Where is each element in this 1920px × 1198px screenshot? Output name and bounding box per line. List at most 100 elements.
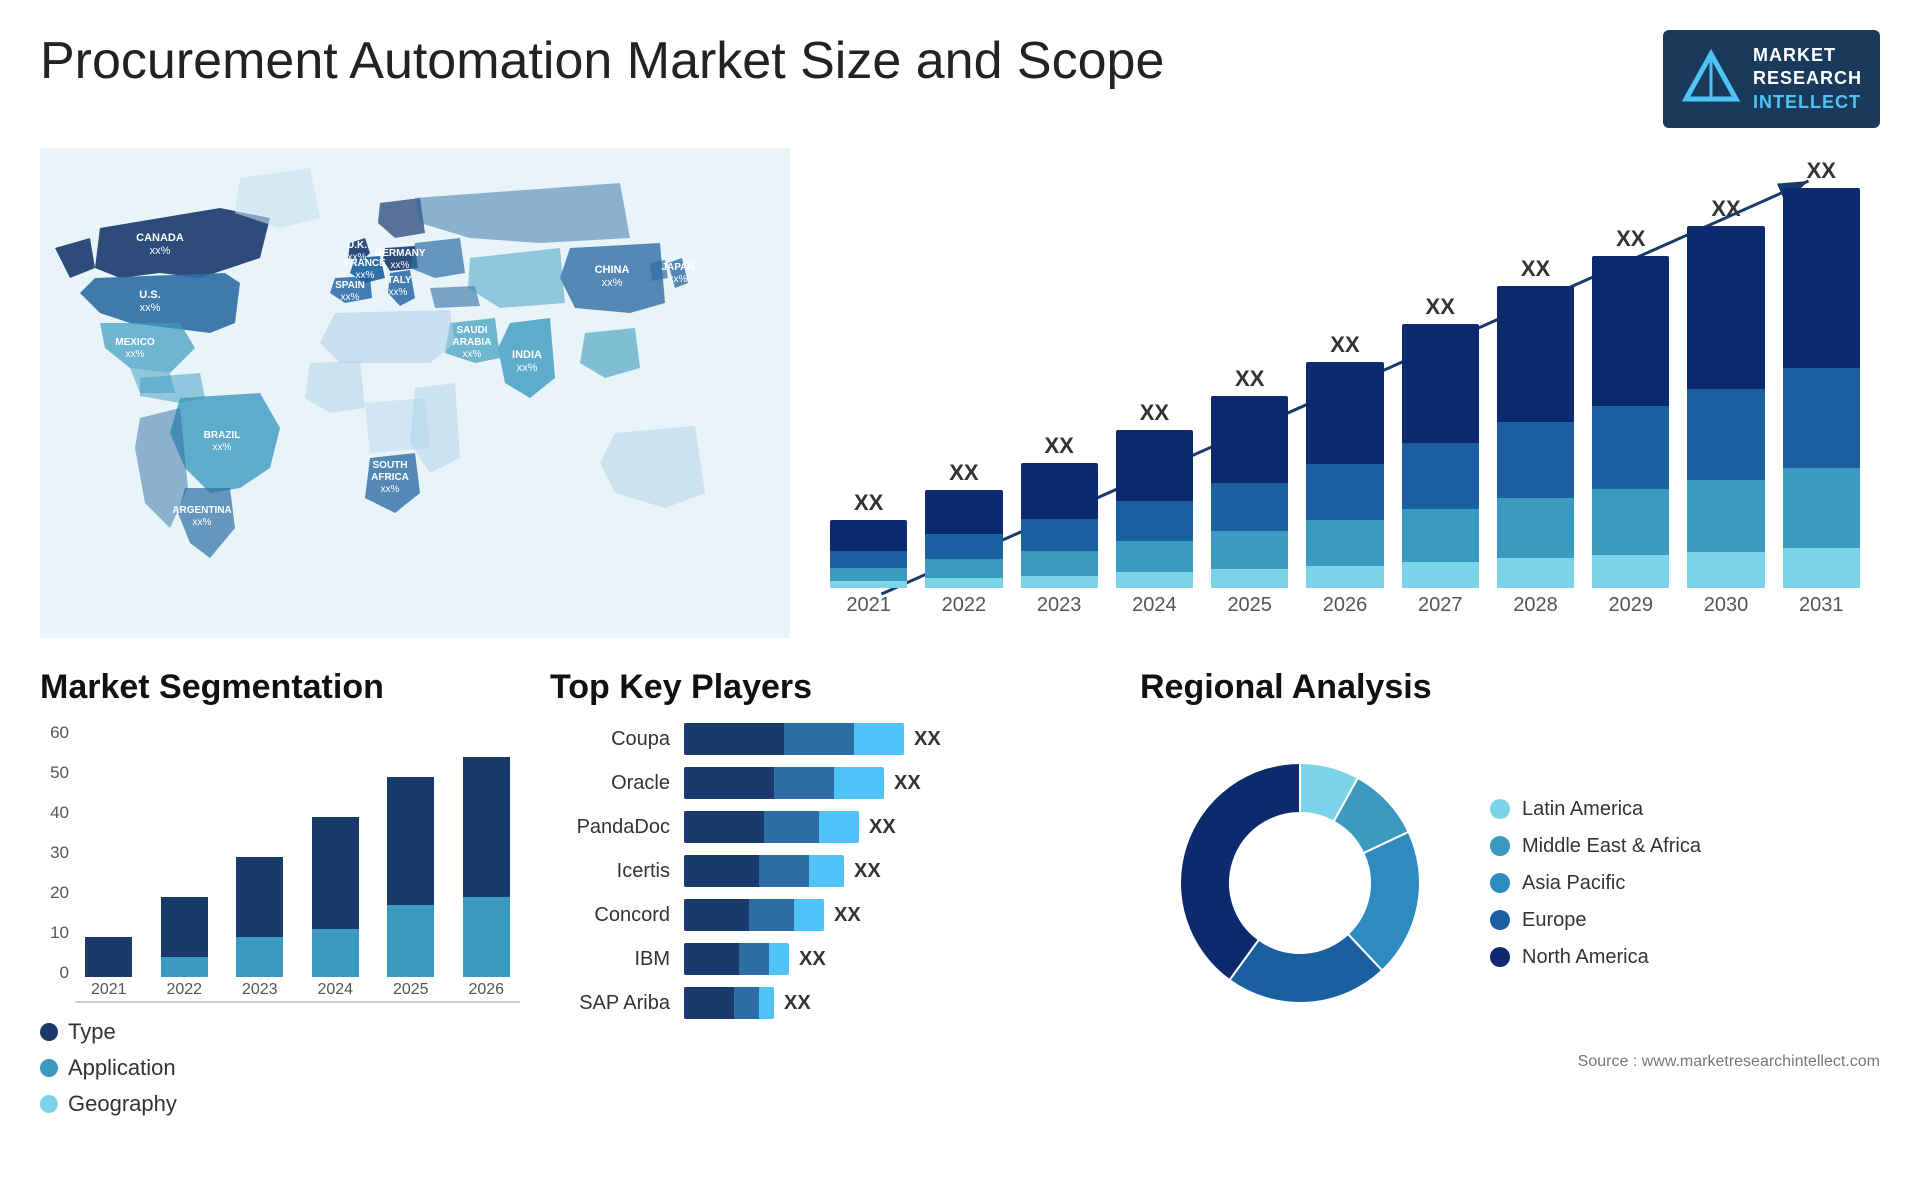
bar-stack <box>1783 188 1860 588</box>
svg-text:xx%: xx% <box>193 517 212 528</box>
bar-segment <box>1497 498 1574 558</box>
player-bar-segment <box>749 899 794 931</box>
svg-text:GERMANY: GERMANY <box>374 248 425 259</box>
bar-segment <box>1021 463 1098 519</box>
seg-bar-segment <box>312 817 359 929</box>
svg-text:BRAZIL: BRAZIL <box>204 430 241 441</box>
bar-segment <box>1402 562 1479 588</box>
bar-segment <box>1783 548 1860 588</box>
player-bar-segment <box>769 943 789 975</box>
bars-area: XX2021XX2022XX2023XX2024XX2025XX2026XX20… <box>830 158 1860 647</box>
bar-segment <box>1116 501 1193 541</box>
bar-stack <box>1402 324 1479 588</box>
regional-legend-item: North America <box>1490 946 1701 969</box>
player-name: SAP Ariba <box>550 992 670 1015</box>
player-name: Coupa <box>550 728 670 751</box>
bar-year-label: 2021 <box>846 594 891 617</box>
seg-bar-segment <box>85 937 132 977</box>
growth-bar-group: XX 2021 <box>830 490 907 617</box>
regional-legend-label: Asia Pacific <box>1522 872 1625 895</box>
seg-bar-stack <box>312 817 359 977</box>
growth-bar-group: XX2027 <box>1402 294 1479 617</box>
svg-text:xx%: xx% <box>341 292 360 303</box>
bar-segment <box>1306 464 1383 521</box>
logo: MARKET RESEARCH INTELLECT <box>1663 30 1880 128</box>
player-value: XX <box>854 860 881 883</box>
regional-legend-label: North America <box>1522 946 1649 969</box>
seg-year-label: 2022 <box>166 981 202 999</box>
seg-bar-stack <box>161 897 208 977</box>
seg-bar-stack <box>387 777 434 977</box>
bar-stack <box>1497 286 1574 588</box>
svg-text:xx%: xx% <box>381 484 400 495</box>
bar-segment <box>1687 552 1764 588</box>
legend-dot <box>40 1023 58 1041</box>
bar-segment <box>1402 509 1479 562</box>
seg-y-label: 40 <box>50 803 69 823</box>
player-value: XX <box>799 948 826 971</box>
bar-stack <box>1116 430 1193 588</box>
player-value: XX <box>784 992 811 1015</box>
seg-year-group: 2025 <box>377 723 445 999</box>
bar-label: XX <box>854 490 883 516</box>
seg-bar-segment <box>161 897 208 957</box>
player-row: PandaDoc XX <box>550 811 1110 843</box>
player-bar <box>684 943 789 975</box>
seg-bar-stack <box>463 757 510 977</box>
bar-segment <box>1306 566 1383 589</box>
player-row: ConcordXX <box>550 899 1110 931</box>
player-bar <box>684 811 859 843</box>
bar-segment <box>830 520 907 551</box>
regional-legend-label: Europe <box>1522 909 1587 932</box>
players-list: CoupaXXOracleXXPandaDocXXIcertisXXConcor… <box>550 723 1110 1019</box>
seg-year-label: 2021 <box>91 981 127 999</box>
regional-legend-item: Latin America <box>1490 798 1701 821</box>
player-bar-segment <box>684 811 764 843</box>
regional-title: Regional Analysis <box>1140 668 1880 707</box>
player-bar <box>684 987 774 1019</box>
bar-year-label: 2031 <box>1799 594 1844 617</box>
svg-text:ARABIA: ARABIA <box>453 337 492 348</box>
bar-segment <box>830 551 907 568</box>
svg-text:SOUTH: SOUTH <box>373 460 408 471</box>
page: Procurement Automation Market Size and S… <box>0 0 1920 1198</box>
bar-segment <box>1021 576 1098 589</box>
player-bar <box>684 855 844 887</box>
bar-segment <box>1021 519 1098 550</box>
player-name: IBM <box>550 948 670 971</box>
player-bar-wrap: XX <box>684 943 826 975</box>
player-value: XX <box>869 816 896 839</box>
bar-label: XX <box>1807 158 1836 184</box>
seg-bar-segment <box>161 957 208 977</box>
bar-label: XX <box>1044 433 1073 459</box>
bar-segment <box>1116 541 1193 573</box>
bar-label: XX <box>1616 226 1645 252</box>
player-name: PandaDoc <box>550 816 670 839</box>
seg-year-group: 2021 <box>75 723 143 999</box>
bar-year-label: 2026 <box>1323 594 1368 617</box>
player-row: CoupaXX <box>550 723 1110 755</box>
bar-segment <box>925 534 1002 559</box>
bar-segment <box>1211 569 1288 588</box>
donut-center <box>1232 815 1368 951</box>
bar-segment <box>925 578 1002 588</box>
seg-y-label: 60 <box>50 723 69 743</box>
player-bar-wrap: XX <box>684 899 861 931</box>
svg-text:xx%: xx% <box>517 362 538 374</box>
bar-segment <box>1306 520 1383 565</box>
bar-segment <box>1687 480 1764 552</box>
bar-segment <box>1116 572 1193 588</box>
regional-section: Regional Analysis Latin AmericaMiddle Ea… <box>1140 668 1880 1168</box>
svg-text:xx%: xx% <box>602 277 623 289</box>
svg-text:SAUDI: SAUDI <box>456 325 487 336</box>
seg-bar-segment <box>236 857 283 937</box>
bar-stack <box>1021 463 1098 588</box>
svg-text:xx%: xx% <box>389 287 408 298</box>
player-bar <box>684 767 884 799</box>
svg-text:xx%: xx% <box>150 245 171 257</box>
player-row: IBM XX <box>550 943 1110 975</box>
growth-bar-group: XX2026 <box>1306 332 1383 617</box>
bar-stack <box>1687 226 1764 588</box>
player-bar-segment <box>684 943 739 975</box>
bar-year-label: 2024 <box>1132 594 1177 617</box>
